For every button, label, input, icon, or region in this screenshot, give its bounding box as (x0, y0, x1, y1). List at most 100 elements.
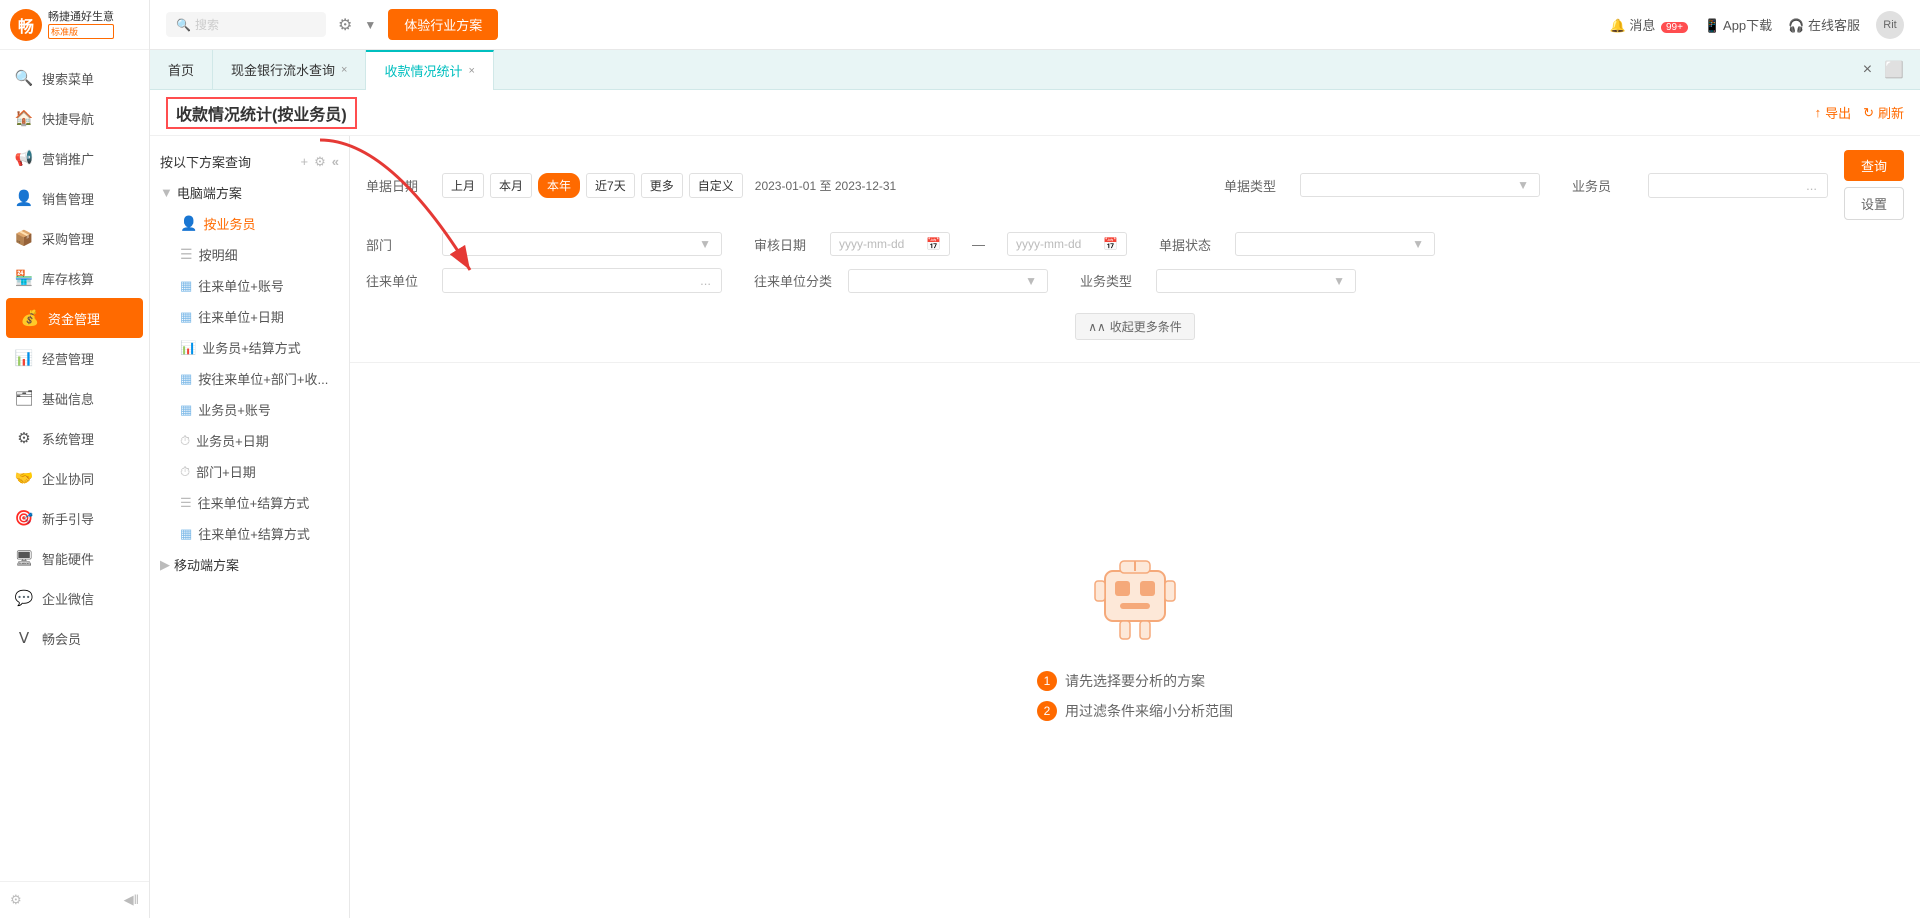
tab-bank-label: 现金银行流水查询 (231, 60, 335, 79)
notifications-badge: 99+ (1661, 22, 1688, 33)
biz-type-label: 业务类型 (1080, 271, 1140, 290)
dept-input[interactable]: ▼ (442, 232, 722, 256)
sidebar-item-basic[interactable]: 🗂 基础信息 (0, 378, 149, 418)
tree-group-mobile-header[interactable]: ▶ 移动端方案 (150, 549, 349, 580)
review-date-to[interactable]: yyyy-mm-dd 📅 (1007, 232, 1127, 256)
sidebar-item-finance[interactable]: 💰 资金管理 (6, 298, 143, 338)
tab-bank[interactable]: 现金银行流水查询 × (213, 50, 366, 90)
sidebar-item-inventory[interactable]: 🏪 库存核算 (0, 258, 149, 298)
date-btn-more[interactable]: 更多 (641, 173, 683, 198)
sidebar-item-purchase[interactable]: 📦 采购管理 (0, 218, 149, 258)
biz-type-select[interactable]: ▼ (1156, 269, 1356, 293)
date-btn-this-month[interactable]: 本月 (490, 173, 532, 198)
tree-group-desktop-header[interactable]: ▼ 电脑端方案 (150, 177, 349, 208)
query-btn[interactable]: 查询 (1844, 150, 1904, 181)
topbar-gear-icon[interactable]: ⚙ (338, 15, 352, 35)
date-separator: 至 (820, 179, 835, 193)
salesperson-input[interactable]: ... (1648, 173, 1828, 198)
sidebar-item-guide[interactable]: 🎯 新手引导 (0, 498, 149, 538)
page-title: 收款情况统计(按业务员) (166, 97, 357, 129)
doc-status-label: 单据状态 (1159, 235, 1219, 254)
doc-status-chevron: ▼ (1412, 237, 1424, 251)
partner-category-select[interactable]: ▼ (848, 269, 1048, 293)
system-icon: ⚙ (14, 428, 34, 448)
collapse-panel-btn[interactable]: « (332, 154, 339, 170)
date-btn-last-month[interactable]: 上月 (442, 173, 484, 198)
filter-row-date: 单据日期 上月 本月 本年 近7天 更多 自定义 2023-01-01 至 20… (366, 150, 1904, 220)
partner-more-btn[interactable]: ... (700, 273, 711, 288)
add-scheme-btn[interactable]: + (301, 154, 309, 170)
sidebar: 畅 畅捷通好生意 标准版 🔍 搜索菜单 🏠 快捷导航 📢 营销推广 👤 销售管理… (0, 0, 150, 918)
sidebar-label-basic: 基础信息 (42, 389, 94, 408)
refresh-label: 刷新 (1878, 103, 1904, 122)
scheme-unit-date[interactable]: ▦ 往来单位+日期 (160, 301, 349, 332)
notifications-btn[interactable]: 🔔 消息 99+ (1610, 15, 1688, 34)
sidebar-settings-icon[interactable]: ⚙ (10, 892, 22, 908)
salesperson-label: 业务员 (1572, 176, 1632, 195)
sidebar-item-marketing[interactable]: 📢 营销推广 (0, 138, 149, 178)
scheme-by-salesperson[interactable]: 👤 按业务员 (160, 208, 349, 239)
partner-input[interactable]: ... (442, 268, 722, 293)
scheme-unit-settlement2[interactable]: ▦ 往来单位+结算方式 (160, 518, 349, 549)
scheme-dept-date[interactable]: ⏱ 部门+日期 (160, 456, 349, 487)
salesperson-more-btn[interactable]: ... (1806, 178, 1817, 193)
sidebar-collapse-btn[interactable]: ◀‖ (124, 892, 139, 908)
sidebar-item-quicknav[interactable]: 🏠 快捷导航 (0, 98, 149, 138)
sidebar-item-corp[interactable]: 🤝 企业协同 (0, 458, 149, 498)
close-window-btn[interactable]: × (1863, 61, 1872, 79)
doc-status-select[interactable]: ▼ (1235, 232, 1435, 256)
scheme-by-detail[interactable]: ☰ 按明细 (160, 239, 349, 270)
logo-area: 畅 畅捷通好生意 标准版 (0, 0, 149, 50)
sidebar-item-system[interactable]: ⚙ 系统管理 (0, 418, 149, 458)
sidebar-item-sales[interactable]: 👤 销售管理 (0, 178, 149, 218)
app-download-btn[interactable]: 📱 App下载 (1704, 15, 1772, 34)
scheme-unit-settlement1[interactable]: ☰ 往来单位+结算方式 (160, 487, 349, 518)
scheme-salesperson-date-label: 业务员+日期 (196, 431, 269, 450)
sidebar-item-hardware[interactable]: 🖥 智能硬件 (0, 538, 149, 578)
collapse-icon: ∧∧ (1088, 320, 1106, 334)
date-btn-7days[interactable]: 近7天 (586, 173, 635, 198)
scheme-salesperson-account[interactable]: ▦ 业务员+账号 (160, 394, 349, 425)
review-date-from-value: yyyy-mm-dd (839, 237, 904, 251)
refresh-btn[interactable]: ↻ 刷新 (1863, 103, 1904, 122)
topbar-search-label: 搜索 (195, 16, 219, 33)
sidebar-item-vip[interactable]: Ⅴ 畅会员 (0, 618, 149, 658)
body-area: 按以下方案查询 + ⚙ « ▼ 电脑端方案 👤 按业务员 (150, 136, 1920, 918)
doc-type-label: 单据类型 (1224, 176, 1284, 195)
topbar-search-box[interactable]: 🔍 搜索 (166, 12, 326, 37)
corp-icon: 🤝 (14, 468, 34, 488)
sidebar-item-operations[interactable]: 📊 经营管理 (0, 338, 149, 378)
scheme-unit-dept-recv[interactable]: ▦ 按往来单位+部门+收... (160, 363, 349, 394)
review-date-dash: — (972, 237, 985, 252)
tab-bank-close[interactable]: × (341, 64, 347, 76)
tab-home[interactable]: 首页 (150, 50, 213, 90)
tab-receipts-close[interactable]: × (468, 65, 474, 77)
empty-step-2: 2 用过滤条件来缩小分析范围 (1037, 701, 1233, 721)
collapse-btn[interactable]: ∧∧ 收起更多条件 (1075, 313, 1195, 340)
user-avatar[interactable]: Rit (1876, 11, 1904, 39)
date-btn-this-year[interactable]: 本年 (538, 173, 580, 198)
sidebar-item-search[interactable]: 🔍 搜索菜单 (0, 58, 149, 98)
scheme-salesperson-settlement-label: 业务员+结算方式 (202, 338, 301, 357)
settings-btn[interactable]: 设置 (1844, 187, 1904, 220)
scheme-salesperson-settlement[interactable]: 📊 业务员+结算方式 (160, 332, 349, 363)
trial-btn[interactable]: 体验行业方案 (388, 9, 498, 40)
sidebar-label-inventory: 库存核算 (42, 269, 94, 288)
date-btn-custom[interactable]: 自定义 (689, 173, 743, 198)
scheme-unit-account[interactable]: ▦ 往来单位+账号 (160, 270, 349, 301)
review-date-from[interactable]: yyyy-mm-dd 📅 (830, 232, 950, 256)
topbar-dropdown-icon[interactable]: ▼ (364, 18, 376, 32)
guide-icon: 🎯 (14, 508, 34, 528)
download-icon: 📱 (1704, 18, 1720, 33)
page-actions: ↑ 导出 ↻ 刷新 (1815, 103, 1904, 122)
scheme-settings-btn[interactable]: ⚙ (314, 154, 326, 170)
doc-type-select[interactable]: ▼ (1300, 173, 1540, 197)
tab-receipts[interactable]: 收款情况统计 × (366, 50, 493, 90)
export-btn[interactable]: ↑ 导出 (1815, 103, 1852, 122)
review-date-label: 审核日期 (754, 235, 814, 254)
tree-expand-icon: ▼ (160, 185, 173, 200)
scheme-salesperson-date[interactable]: ⏱ 业务员+日期 (160, 425, 349, 456)
online-service-btn[interactable]: 🎧 在线客服 (1788, 15, 1860, 34)
maximize-window-btn[interactable]: ⬜ (1884, 60, 1904, 80)
sidebar-item-wechat[interactable]: 💬 企业微信 (0, 578, 149, 618)
